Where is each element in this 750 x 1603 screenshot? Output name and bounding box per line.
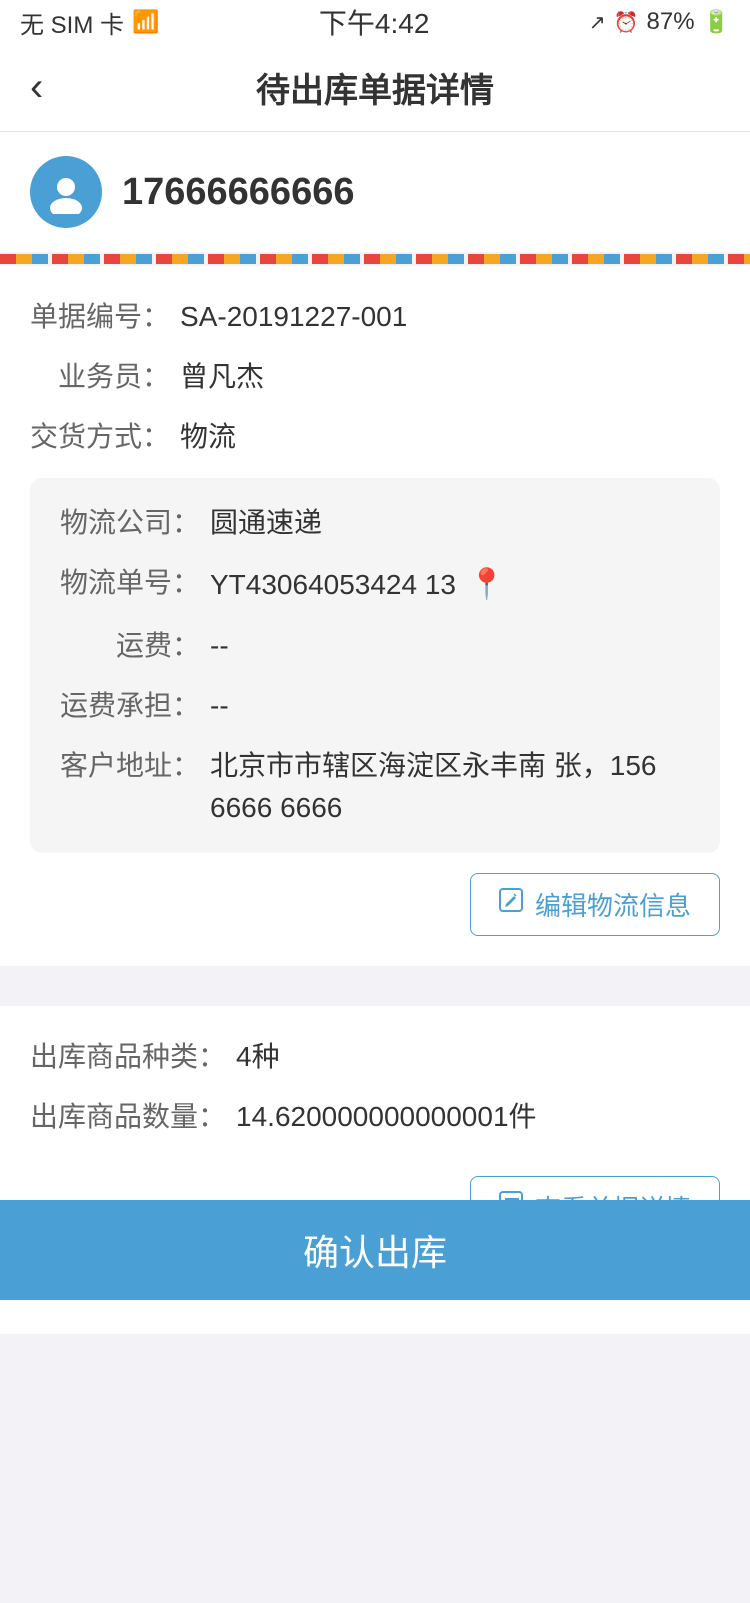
product-quantity-value: 14.620000000000001件 [236, 1096, 720, 1138]
delivery-value: 物流 [180, 416, 720, 458]
nav-bar: ‹ 待出库单据详情 [0, 44, 750, 132]
edit-icon [499, 888, 525, 921]
map-pin-icon[interactable]: 📍 [468, 562, 505, 607]
status-bar: 无 SIM 卡 📶 下午4:42 ↗ ⏰ 87% 🔋 [0, 0, 750, 44]
freight-row: 运费： -- [50, 625, 700, 667]
address-label: 客户地址： [50, 745, 210, 787]
tracking-number-row: 物流单号： YT43064053424 13 📍 [50, 562, 700, 607]
edit-logistics-label: 编辑物流信息 [535, 886, 691, 923]
time-text: 下午4:42 [319, 2, 430, 42]
alarm-icon: ⏰ [614, 10, 639, 35]
status-left: 无 SIM 卡 📶 [20, 5, 159, 40]
confirm-outbound-label: 确认出库 [303, 1224, 447, 1276]
logistics-company-value: 圆通速递 [210, 502, 700, 544]
logistics-section: 物流公司： 圆通速递 物流单号： YT43064053424 13 📍 运费： … [30, 478, 720, 853]
salesperson-label: 业务员： [30, 356, 180, 398]
status-right: ↗ ⏰ 87% 🔋 [589, 8, 730, 36]
freight-bearer-row: 运费承担： -- [50, 685, 700, 727]
tracking-number-value: YT43064053424 13 📍 [210, 562, 700, 607]
product-type-value: 4种 [236, 1036, 720, 1078]
freight-value: -- [210, 625, 700, 667]
salesperson-row: 业务员： 曾凡杰 [30, 356, 720, 398]
delivery-label: 交货方式： [30, 416, 180, 458]
address-value: 北京市市辖区海淀区永丰南 张，156 6666 6666 [210, 745, 700, 829]
tracking-number-label: 物流单号： [50, 562, 210, 604]
address-row: 客户地址： 北京市市辖区海淀区永丰南 张，156 6666 6666 [50, 745, 700, 829]
battery-icon: 🔋 [703, 9, 730, 35]
freight-bearer-value: -- [210, 685, 700, 727]
home-indicator [0, 1300, 750, 1334]
delivery-row: 交货方式： 物流 [30, 416, 720, 458]
wifi-icon: 📶 [132, 9, 159, 35]
product-type-row: 出库商品种类： 4种 [30, 1036, 720, 1078]
user-header: 17666666666 [0, 132, 750, 252]
document-number-row: 单据编号： SA-20191227-001 [30, 296, 720, 338]
avatar [30, 156, 102, 228]
logistics-company-row: 物流公司： 圆通速递 [50, 502, 700, 544]
freight-label: 运费： [50, 625, 210, 667]
document-info-section: 单据编号： SA-20191227-001 业务员： 曾凡杰 交货方式： 物流 … [0, 266, 750, 966]
logistics-company-label: 物流公司： [50, 502, 210, 544]
section-divider-1 [0, 986, 750, 1006]
carrier-text: 无 SIM 卡 [20, 5, 124, 40]
document-number-value: SA-20191227-001 [180, 296, 720, 338]
product-type-label: 出库商品种类： [30, 1036, 236, 1078]
product-quantity-label: 出库商品数量： [30, 1096, 236, 1138]
dashed-divider [0, 254, 750, 264]
location-status-icon: ↗ [589, 10, 606, 35]
product-quantity-row: 出库商品数量： 14.620000000000001件 [30, 1096, 720, 1138]
document-number-label: 单据编号： [30, 296, 180, 338]
bottom-area: 确认出库 [0, 1200, 750, 1334]
freight-bearer-label: 运费承担： [50, 685, 210, 727]
confirm-outbound-button[interactable]: 确认出库 [0, 1200, 750, 1300]
battery-text: 87% [647, 8, 695, 36]
user-phone: 17666666666 [122, 171, 354, 214]
salesperson-value: 曾凡杰 [180, 356, 720, 398]
edit-btn-row: 编辑物流信息 [30, 853, 720, 936]
back-button[interactable]: ‹ [30, 65, 43, 110]
page-title: 待出库单据详情 [256, 63, 494, 112]
edit-logistics-button[interactable]: 编辑物流信息 [470, 873, 720, 936]
